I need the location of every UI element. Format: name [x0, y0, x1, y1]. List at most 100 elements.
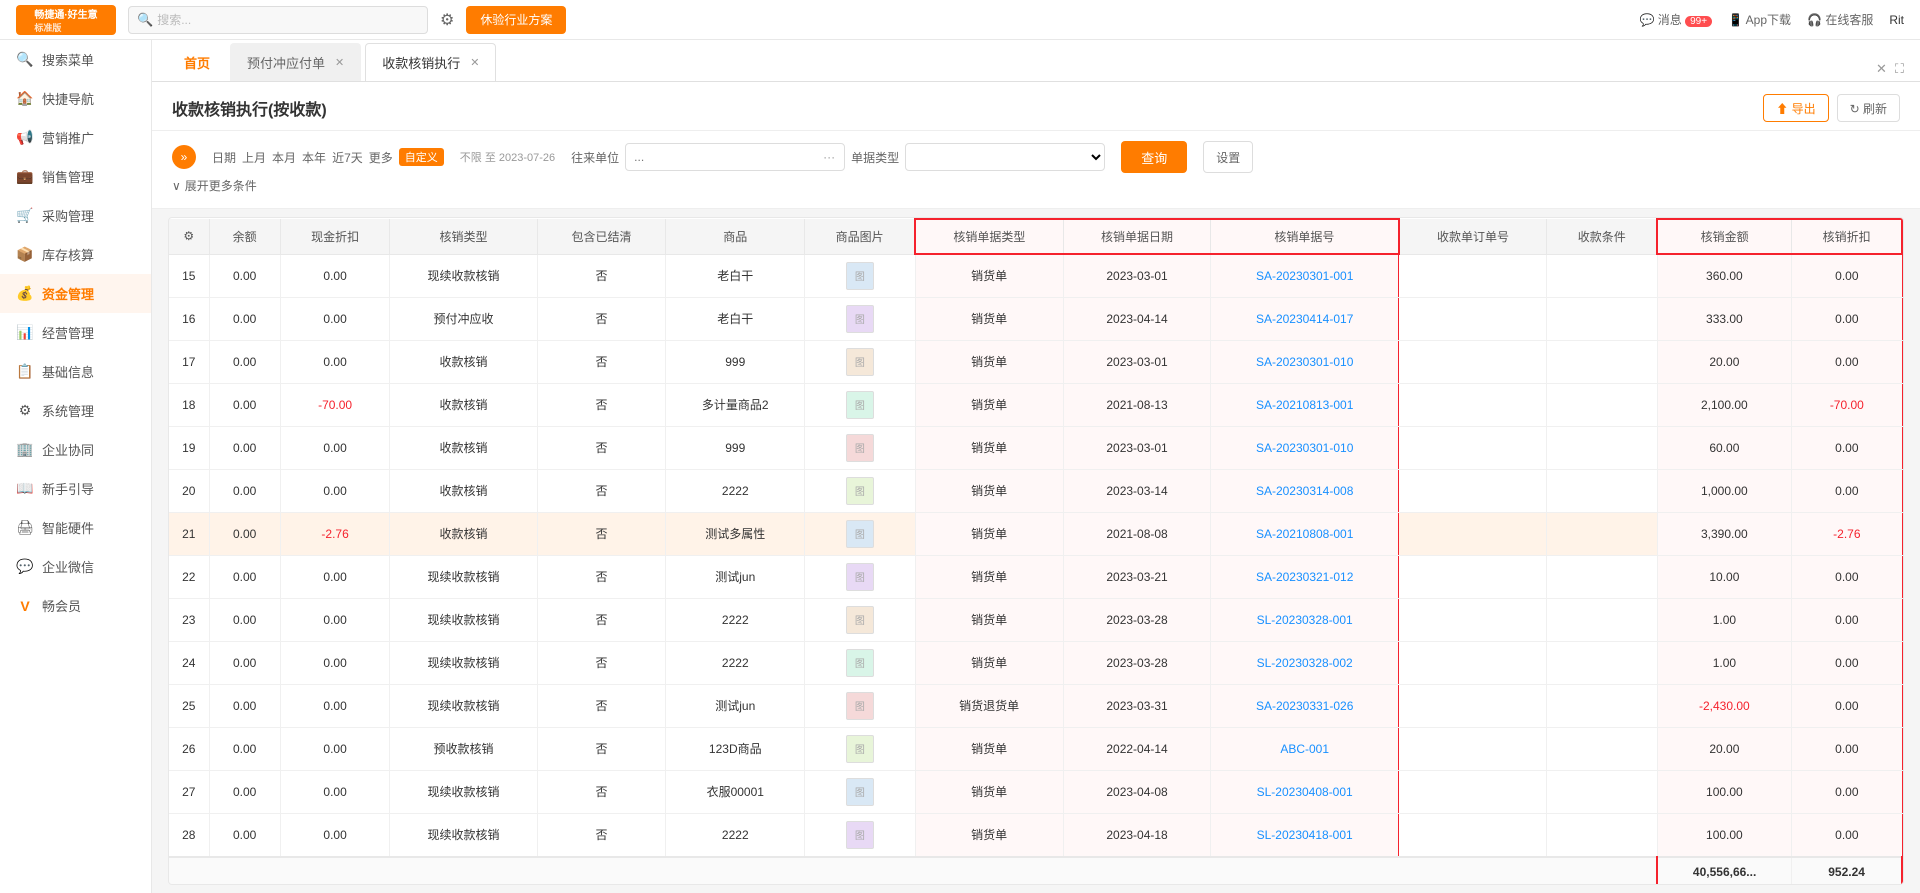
cell-verify-date: 2023-03-28 — [1063, 641, 1210, 684]
setting-button[interactable]: 设置 — [1203, 141, 1253, 173]
sidebar-item-finance[interactable]: 💰 资金管理 — [0, 274, 151, 313]
main-content: 首页 预付冲应付单 ✕ 收款核销执行 ✕ ✕ ⛶ 收款核销执行(按收款) — [152, 40, 1920, 893]
tab-prepay-close[interactable]: ✕ — [335, 56, 344, 69]
inventory-icon: 📦 — [16, 246, 34, 264]
tab-home[interactable]: 首页 — [168, 43, 226, 81]
verify-no-link[interactable]: SA-20230314-008 — [1256, 484, 1353, 498]
cell-goods: 999 — [666, 340, 805, 383]
verify-no-link[interactable]: SA-20230321-012 — [1256, 570, 1353, 584]
cell-verify-type: 收款核销 — [390, 340, 537, 383]
cell-verify-amount: 10.00 — [1657, 555, 1792, 598]
cell-verify-voucher-type: 销货单 — [915, 254, 1063, 297]
refresh-button[interactable]: ↻ 刷新 — [1837, 94, 1900, 122]
notification-item[interactable]: 💬 消息 99+ — [1639, 11, 1712, 28]
filter-voucher-type-select[interactable] — [905, 143, 1105, 171]
sidebar-label-purchase: 采购管理 — [42, 206, 94, 225]
top-search: 🔍 搜索... — [128, 6, 428, 34]
verify-no-link[interactable]: SA-20210808-001 — [1256, 527, 1353, 541]
verify-no-link[interactable]: ABC-001 — [1280, 742, 1329, 756]
sidebar-item-inventory[interactable]: 📦 库存核算 — [0, 235, 151, 274]
verify-no-link[interactable]: SL-20230408-001 — [1257, 785, 1353, 799]
cell-no: 26 — [169, 727, 209, 770]
cell-receipt-order-no — [1399, 813, 1547, 857]
verify-no-link[interactable]: SA-20210813-001 — [1256, 398, 1353, 412]
cell-receipt-order-no — [1399, 383, 1547, 426]
export-icon: ⬆ — [1776, 102, 1791, 116]
tab-receipt-verify[interactable]: 收款核销执行 ✕ — [365, 43, 496, 81]
verify-no-link[interactable]: SL-20230418-001 — [1257, 828, 1353, 842]
verify-no-link[interactable]: SA-20230301-010 — [1256, 441, 1353, 455]
user-name: Rit — [1889, 13, 1904, 27]
sidebar-item-quick-nav[interactable]: 🏠 快捷导航 — [0, 79, 151, 118]
counterpart-dots[interactable]: ··· — [823, 150, 835, 164]
cell-include-settled: 否 — [537, 340, 665, 383]
sidebar-item-member[interactable]: V 畅会员 — [0, 586, 151, 625]
cell-balance: 0.00 — [209, 254, 280, 297]
filter-more[interactable]: 更多 — [369, 149, 393, 166]
filter-this-year[interactable]: 本年 — [302, 149, 326, 166]
cell-verify-voucher-type: 销货单 — [915, 383, 1063, 426]
cell-verify-discount: 0.00 — [1792, 770, 1902, 813]
verify-no-link[interactable]: SA-20230301-001 — [1256, 269, 1353, 283]
app-download-link[interactable]: 📱 App下载 — [1728, 11, 1791, 28]
export-button[interactable]: ⬆ 导出 — [1763, 94, 1828, 122]
cell-receipt-condition — [1547, 598, 1657, 641]
cell-verify-voucher-type: 销货单 — [915, 469, 1063, 512]
verify-no-link[interactable]: SL-20230328-001 — [1257, 613, 1353, 627]
table-row: 15 0.00 0.00 现续收款核销 否 老白干 图 销货单 2023-03-… — [169, 254, 1902, 297]
sidebar: 🔍 搜索菜单 🏠 快捷导航 📢 营销推广 💼 销售管理 🛒 采购管理 📦 库存核… — [0, 40, 152, 893]
filter-collapse-btn[interactable]: » — [172, 145, 196, 169]
cell-verify-no: SA-20230314-008 — [1211, 469, 1399, 512]
cell-receipt-condition — [1547, 297, 1657, 340]
sidebar-label-basic-info: 基础信息 — [42, 362, 94, 381]
verify-no-link[interactable]: SA-20230301-010 — [1256, 355, 1353, 369]
cell-verify-discount: 0.00 — [1792, 340, 1902, 383]
filter-counterpart-input[interactable] — [625, 143, 845, 171]
tab-receipt-verify-close[interactable]: ✕ — [470, 56, 479, 69]
sidebar-item-enterprise[interactable]: 🏢 企业协同 — [0, 430, 151, 469]
verify-no-link[interactable]: SA-20230331-026 — [1256, 699, 1353, 713]
sidebar-item-guide[interactable]: 📖 新手引导 — [0, 469, 151, 508]
footer-verify-discount-total: 952.24 — [1792, 857, 1902, 886]
wechat-icon: 💬 — [16, 558, 34, 576]
sidebar-item-basic-info[interactable]: 📋 基础信息 — [0, 352, 151, 391]
cell-receipt-condition — [1547, 340, 1657, 383]
sidebar-item-purchase[interactable]: 🛒 采购管理 — [0, 196, 151, 235]
cell-goods-img: 图 — [805, 254, 915, 297]
sidebar-item-biz-mgmt[interactable]: 📊 经营管理 — [0, 313, 151, 352]
settings-icon[interactable]: ⚙ — [440, 10, 454, 30]
cell-goods-img: 图 — [805, 813, 915, 857]
industry-btn[interactable]: 休验行业方案 — [466, 6, 566, 34]
filter-last-7-days[interactable]: 近7天 — [332, 149, 363, 166]
sidebar-item-sys-mgmt[interactable]: ⚙ 系统管理 — [0, 391, 151, 430]
filter-custom-btn[interactable]: 自定义 — [399, 148, 444, 166]
cell-verify-no: SA-20230301-001 — [1211, 254, 1399, 297]
query-button[interactable]: 查询 — [1121, 141, 1187, 173]
cell-balance: 0.00 — [209, 770, 280, 813]
sidebar-item-smart-hw[interactable]: 🖨 智能硬件 — [0, 508, 151, 547]
sidebar-item-marketing[interactable]: 📢 营销推广 — [0, 118, 151, 157]
filter-last-month[interactable]: 上月 — [242, 149, 266, 166]
cell-verify-date: 2023-03-01 — [1063, 426, 1210, 469]
marketing-icon: 📢 — [16, 129, 34, 147]
cell-receipt-condition — [1547, 383, 1657, 426]
cell-no: 22 — [169, 555, 209, 598]
cell-no: 28 — [169, 813, 209, 857]
member-icon: V — [16, 597, 34, 615]
online-service-link[interactable]: 🎧 在线客服 — [1807, 11, 1873, 28]
cell-verify-amount: 60.00 — [1657, 426, 1792, 469]
tab-fullscreen-icon[interactable]: ⛶ — [1895, 61, 1904, 77]
sidebar-item-sales[interactable]: 💼 销售管理 — [0, 157, 151, 196]
expand-more-btn[interactable]: ∨ 展开更多条件 — [172, 173, 1900, 198]
cell-cash-discount: 0.00 — [280, 598, 389, 641]
verify-no-link[interactable]: SA-20230414-017 — [1256, 312, 1353, 326]
tab-close-all-icon[interactable]: ✕ — [1876, 61, 1887, 77]
sidebar-item-search-menu[interactable]: 🔍 搜索菜单 — [0, 40, 151, 79]
tab-prepay[interactable]: 预付冲应付单 ✕ — [230, 43, 361, 81]
cell-verify-discount: 0.00 — [1792, 598, 1902, 641]
col-settings[interactable]: ⚙ — [169, 219, 209, 254]
verify-no-link[interactable]: SL-20230328-002 — [1257, 656, 1353, 670]
table-row: 23 0.00 0.00 现续收款核销 否 2222 图 销货单 2023-03… — [169, 598, 1902, 641]
filter-this-month[interactable]: 本月 — [272, 149, 296, 166]
sidebar-item-wechat[interactable]: 💬 企业微信 — [0, 547, 151, 586]
